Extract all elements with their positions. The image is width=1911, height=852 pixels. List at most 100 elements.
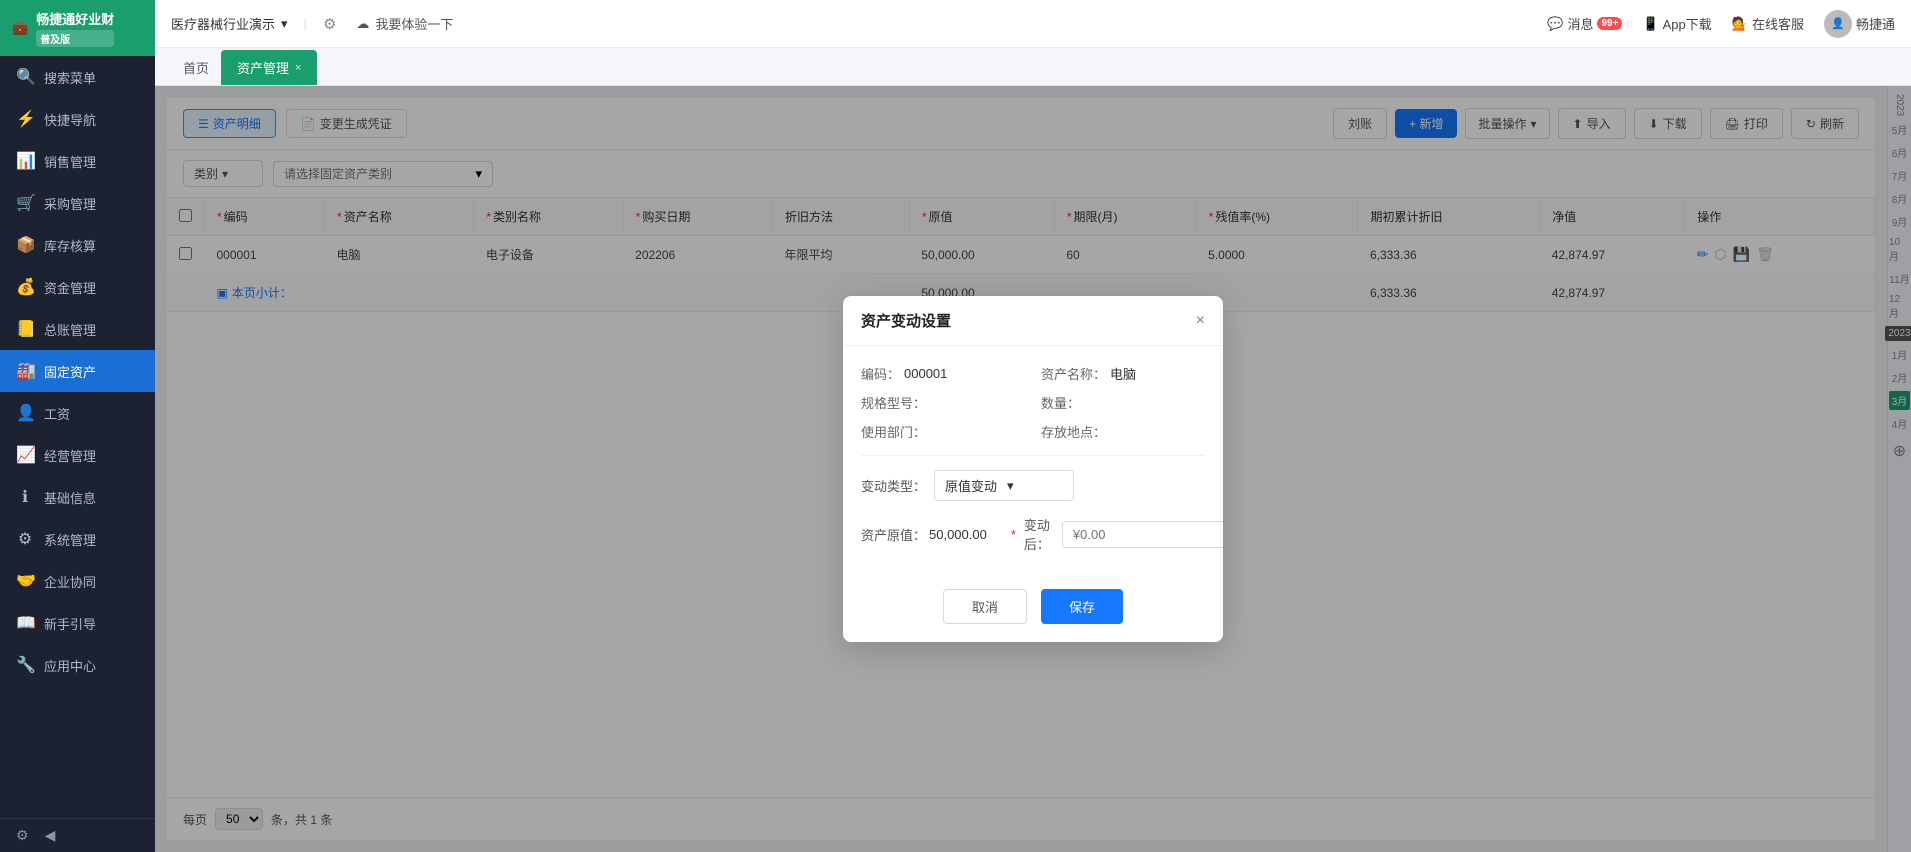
sidebar-item-search[interactable]: 🔍 搜索菜单	[0, 56, 155, 98]
payroll-icon: 👤	[16, 403, 34, 423]
sidebar-item-system[interactable]: ⚙ 系统管理	[0, 518, 155, 560]
asset-value-label: 资产原值：	[861, 525, 921, 544]
sidebar-item-label: 系统管理	[44, 530, 96, 549]
modal-qty-field: 数量：	[1041, 393, 1205, 412]
change-type-value: 原值变动	[945, 476, 1001, 495]
modal-overlay: 资产变动设置 × 编码： 000001 资产名称： 电脑	[155, 86, 1911, 852]
sidebar-item-label: 资金管理	[44, 278, 96, 297]
app-download-btn[interactable]: 📱 App下载	[1642, 14, 1711, 33]
change-type-label: 变动类型：	[861, 476, 926, 495]
asset-change-modal: 资产变动设置 × 编码： 000001 资产名称： 电脑	[843, 296, 1223, 642]
sidebar-item-label: 总账管理	[44, 320, 96, 339]
modal-body: 编码： 000001 资产名称： 电脑 规格型号： 数量：	[843, 346, 1223, 589]
user-area[interactable]: 👤 畅捷通	[1824, 10, 1895, 38]
cancel-button[interactable]: 取消	[943, 589, 1027, 624]
modal-title: 资产变动设置	[861, 310, 951, 331]
quick-nav-icon: ⚡	[16, 109, 34, 129]
asset-value-display: 50,000.00	[929, 527, 987, 542]
sidebar-item-collab[interactable]: 🤝 企业协同	[0, 560, 155, 602]
spec-label: 规格型号：	[861, 393, 926, 412]
sidebar-item-label: 新手引导	[44, 614, 96, 633]
asset-mgmt-tab-label: 资产管理	[237, 58, 289, 77]
modal-spec-field: 规格型号：	[861, 393, 1025, 412]
online-service-btn[interactable]: 💁 在线客服	[1732, 14, 1804, 33]
cloud-icon: ☁	[356, 16, 369, 32]
modal-name-field: 资产名称： 电脑	[1041, 364, 1205, 383]
topbar: 医疗器械行业演示 ▾ | ⚙ ☁ 我要体验一下 💬 消息 99+ 📱 App下载…	[155, 0, 1911, 48]
asset-value-row: 资产原值： 50,000.00 * 变动后：	[861, 515, 1205, 553]
asset-name-label: 资产名称：	[1041, 364, 1106, 383]
modal-footer: 取消 保存	[843, 589, 1223, 642]
sidebar-item-app-center[interactable]: 🔧 应用中心	[0, 644, 155, 686]
save-btn-label: 保存	[1069, 600, 1095, 615]
download-icon: 📱	[1642, 16, 1658, 32]
logo: 💼 畅捷通好业财 普及版	[0, 0, 155, 56]
sidebar-item-quick-nav[interactable]: ⚡ 快捷导航	[0, 98, 155, 140]
sidebar-item-label: 固定资产	[44, 362, 96, 381]
sidebar-item-label: 基础信息	[44, 488, 96, 507]
dropdown-icon: ▾	[281, 16, 288, 32]
separator: |	[304, 16, 307, 31]
after-value-input[interactable]	[1062, 521, 1223, 548]
code-value: 000001	[904, 366, 947, 381]
message-btn[interactable]: 💬 消息 99+	[1547, 14, 1622, 33]
search-icon: 🔍	[16, 67, 34, 87]
app-download-label: App下载	[1663, 14, 1712, 33]
message-icon: 💬	[1547, 16, 1563, 32]
fixed-assets-icon: 🏭	[16, 361, 34, 381]
change-type-row: 变动类型： 原值变动 ▾	[861, 470, 1205, 501]
ledger-icon: 📒	[16, 319, 34, 339]
asset-name-value: 电脑	[1110, 364, 1136, 383]
sidebar: 💼 畅捷通好业财 普及版 🔍 搜索菜单 ⚡ 快捷导航 📊 销售管理 🛒 采购管理…	[0, 0, 155, 852]
settings-icon[interactable]: ⚙	[16, 827, 29, 844]
sidebar-item-purchase[interactable]: 🛒 采购管理	[0, 182, 155, 224]
settings-gear-icon[interactable]: ⚙	[323, 15, 336, 33]
sidebar-nav: 🔍 搜索菜单 ⚡ 快捷导航 📊 销售管理 🛒 采购管理 📦 库存核算 💰 资金管…	[0, 56, 155, 818]
collapse-icon[interactable]: ◀	[45, 827, 56, 844]
sidebar-item-payroll[interactable]: 👤 工资	[0, 392, 155, 434]
company-selector[interactable]: 医疗器械行业演示 ▾	[171, 14, 288, 33]
sidebar-item-sales[interactable]: 📊 销售管理	[0, 140, 155, 182]
sales-icon: 📊	[16, 151, 34, 171]
after-label: 变动后：	[1024, 515, 1050, 553]
sidebar-item-label: 快捷导航	[44, 110, 96, 129]
sidebar-item-label: 采购管理	[44, 194, 96, 213]
system-icon: ⚙	[16, 529, 34, 549]
save-button[interactable]: 保存	[1041, 589, 1123, 624]
tab-home[interactable]: 首页	[171, 50, 221, 85]
home-tab-label: 首页	[183, 58, 209, 77]
location-label: 存放地点：	[1041, 422, 1106, 441]
sidebar-item-fixed-assets[interactable]: 🏭 固定资产	[0, 350, 155, 392]
sidebar-item-operations[interactable]: 📈 经营管理	[0, 434, 155, 476]
collab-icon: 🤝	[16, 571, 34, 591]
sidebar-item-basic-info[interactable]: ℹ 基础信息	[0, 476, 155, 518]
modal-dept-field: 使用部门：	[861, 422, 1025, 441]
qty-label: 数量：	[1041, 393, 1080, 412]
dept-label: 使用部门：	[861, 422, 926, 441]
service-icon: 💁	[1732, 16, 1748, 32]
sidebar-item-label: 库存核算	[44, 236, 96, 255]
modal-fields: 编码： 000001 资产名称： 电脑 规格型号： 数量：	[861, 364, 1205, 441]
sidebar-item-guide[interactable]: 📖 新手引导	[0, 602, 155, 644]
company-name: 医疗器械行业演示	[171, 14, 275, 33]
modal-close-btn[interactable]: ×	[1196, 312, 1205, 330]
trial-area[interactable]: ☁ 我要体验一下	[356, 14, 453, 33]
tab-close-icon[interactable]: ×	[295, 62, 301, 74]
guide-icon: 📖	[16, 613, 34, 633]
basic-info-icon: ℹ	[16, 487, 34, 507]
sidebar-item-inventory[interactable]: 📦 库存核算	[0, 224, 155, 266]
inventory-icon: 📦	[16, 235, 34, 255]
sidebar-item-ledger[interactable]: 📒 总账管理	[0, 308, 155, 350]
code-label: 编码：	[861, 364, 900, 383]
after-required-mark: *	[1011, 527, 1016, 542]
modal-location-field: 存放地点：	[1041, 422, 1205, 441]
avatar: 👤	[1824, 10, 1852, 38]
sidebar-item-finance[interactable]: 💰 资金管理	[0, 266, 155, 308]
change-type-select[interactable]: 原值变动 ▾	[934, 470, 1074, 501]
purchase-icon: 🛒	[16, 193, 34, 213]
operations-icon: 📈	[16, 445, 34, 465]
logo-text: 畅捷通好业财	[36, 9, 114, 28]
tab-asset-mgmt[interactable]: 资产管理 ×	[221, 50, 317, 85]
sidebar-bottom[interactable]: ⚙ ◀	[0, 818, 155, 852]
cancel-btn-label: 取消	[972, 600, 998, 615]
